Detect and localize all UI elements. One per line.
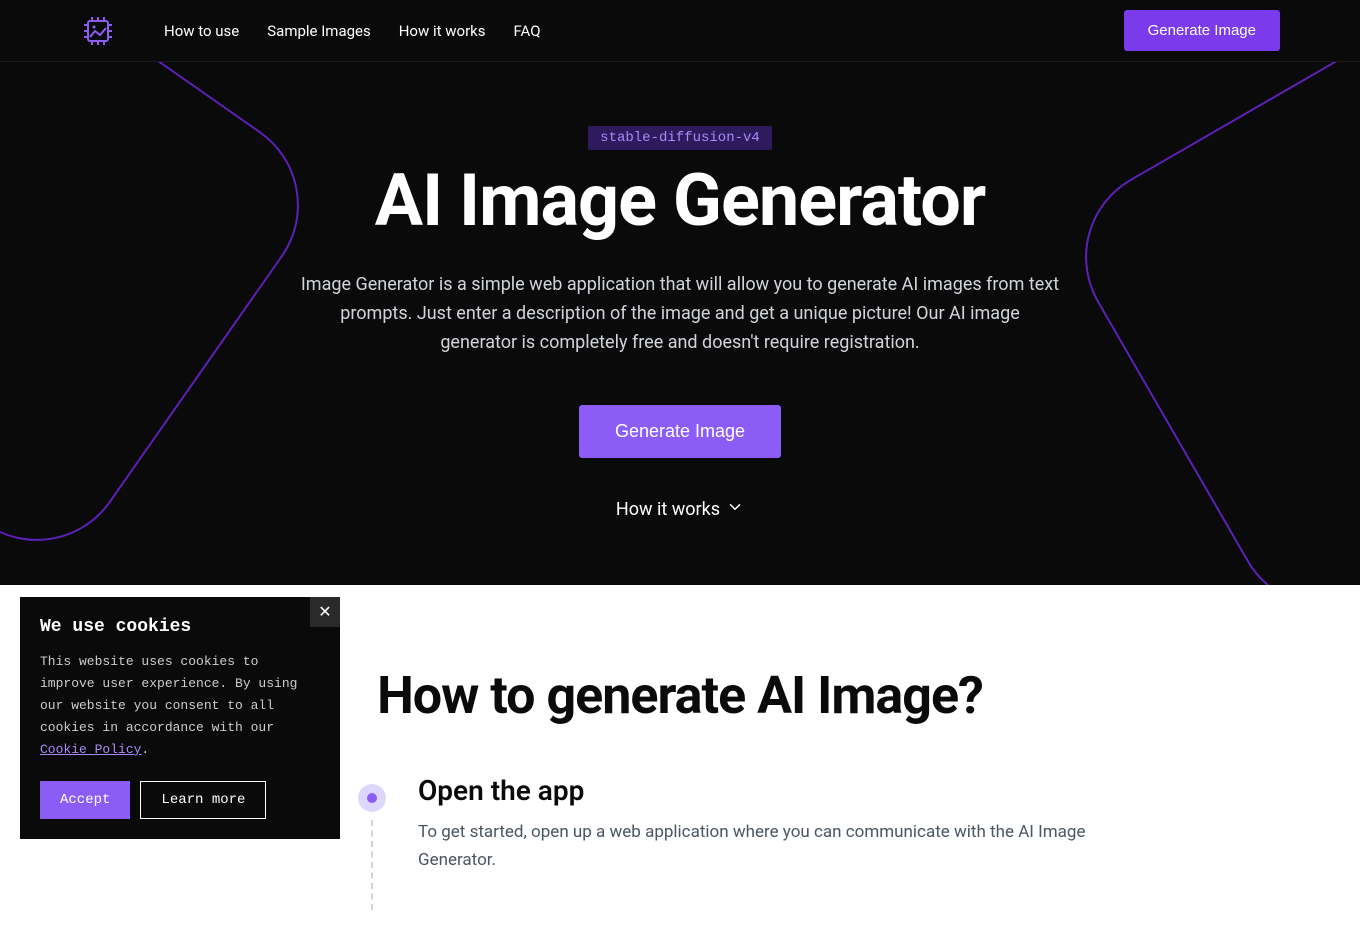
- nav-how-to-use[interactable]: How to use: [164, 22, 239, 40]
- step-indicator: [358, 774, 386, 910]
- cookie-actions: Accept Learn more: [40, 781, 320, 819]
- how-it-works-label: How it works: [616, 499, 720, 520]
- close-button[interactable]: ✕: [310, 597, 340, 627]
- hero-title: AI Image Generator: [80, 158, 1280, 243]
- step-1: 1 Open the app To get started, open up a…: [270, 774, 1090, 910]
- nav-how-it-works[interactable]: How it works: [399, 22, 486, 40]
- hero: stable-diffusion-v4 AI Image Generator I…: [0, 62, 1360, 585]
- chevron-down-icon: [726, 498, 744, 521]
- nav-sample-images[interactable]: Sample Images: [267, 22, 370, 40]
- cookie-banner: ✕ We use cookies This website uses cooki…: [20, 597, 340, 839]
- step-title: Open the app: [418, 774, 1090, 807]
- generate-image-header-button[interactable]: Generate Image: [1124, 10, 1280, 51]
- cookie-title: We use cookies: [40, 617, 320, 637]
- step-description: To get started, open up a web applicatio…: [418, 819, 1090, 873]
- close-icon: ✕: [318, 602, 331, 622]
- cookie-text-before: This website uses cookies to improve use…: [40, 654, 297, 735]
- learn-more-button[interactable]: Learn more: [140, 781, 266, 819]
- model-badge: stable-diffusion-v4: [588, 126, 772, 150]
- hero-description: Image Generator is a simple web applicat…: [300, 271, 1060, 357]
- nav: How to use Sample Images How it works FA…: [164, 22, 541, 40]
- step-dot-icon: [358, 784, 386, 812]
- how-it-works-link[interactable]: How it works: [616, 498, 744, 521]
- cookie-text: This website uses cookies to improve use…: [40, 651, 320, 761]
- step-connector: [371, 820, 373, 910]
- logo-icon: [80, 13, 116, 49]
- cookie-text-after: .: [141, 742, 149, 757]
- nav-faq[interactable]: FAQ: [514, 22, 541, 40]
- header: How to use Sample Images How it works FA…: [0, 0, 1360, 62]
- cookie-policy-link[interactable]: Cookie Policy: [40, 742, 141, 757]
- accept-button[interactable]: Accept: [40, 781, 130, 819]
- generate-image-hero-button[interactable]: Generate Image: [579, 405, 781, 458]
